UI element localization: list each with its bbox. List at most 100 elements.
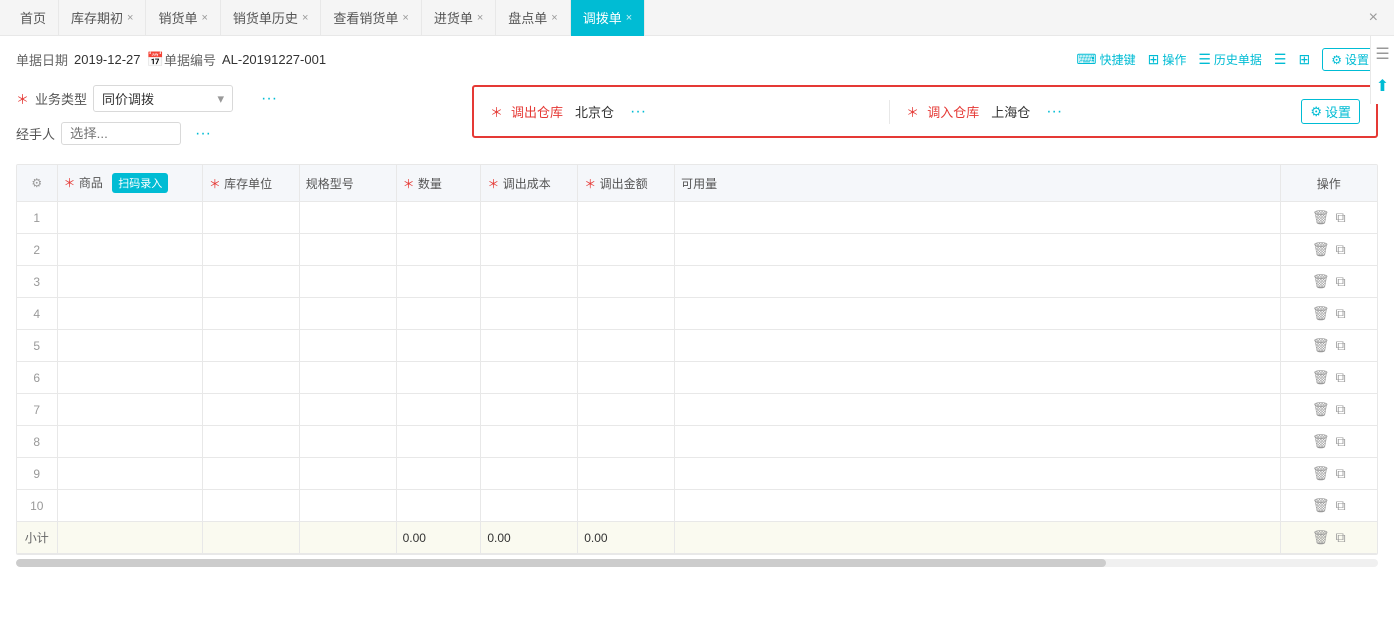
row-spec-10[interactable] xyxy=(299,490,396,522)
row-amount-1[interactable] xyxy=(578,202,675,234)
tab-sales-order-close[interactable]: × xyxy=(201,12,207,24)
copy-icon-11[interactable]: ⧉ xyxy=(1336,529,1346,546)
sidebar-upload-icon[interactable]: ⬆ xyxy=(1376,76,1389,96)
row-qty-2[interactable] xyxy=(396,234,481,266)
handler-more-icon[interactable]: ··· xyxy=(195,125,211,143)
row-unit-10[interactable] xyxy=(202,490,299,522)
tab-inventory-init-close[interactable]: × xyxy=(127,12,133,24)
row-amount-4[interactable] xyxy=(578,298,675,330)
row-cost-5[interactable] xyxy=(481,330,578,362)
row-qty-5[interactable] xyxy=(396,330,481,362)
row-qty-3[interactable] xyxy=(396,266,481,298)
copy-icon-5[interactable]: ⧉ xyxy=(1336,337,1346,354)
row-unit-8[interactable] xyxy=(202,426,299,458)
view-toggle-grid[interactable]: ⊞ xyxy=(1298,51,1310,68)
row-unit-11[interactable] xyxy=(202,522,299,554)
row-cost-4[interactable] xyxy=(481,298,578,330)
row-amount-5[interactable] xyxy=(578,330,675,362)
row-cost-6[interactable] xyxy=(481,362,578,394)
row-spec-2[interactable] xyxy=(299,234,396,266)
row-spec-5[interactable] xyxy=(299,330,396,362)
row-amount-6[interactable] xyxy=(578,362,675,394)
row-unit-3[interactable] xyxy=(202,266,299,298)
delete-icon-11[interactable]: 🗑 xyxy=(1312,529,1330,546)
row-goods-6[interactable] xyxy=(57,362,202,394)
copy-icon-10[interactable]: ⧉ xyxy=(1336,497,1346,514)
row-spec-11[interactable] xyxy=(299,522,396,554)
delete-icon-1[interactable]: 🗑 xyxy=(1312,209,1330,226)
row-unit-7[interactable] xyxy=(202,394,299,426)
horizontal-scrollbar[interactable] xyxy=(16,559,1378,567)
delete-icon-9[interactable]: 🗑 xyxy=(1312,465,1330,482)
tab-sales-order[interactable]: 销货单 × xyxy=(146,0,220,36)
row-qty-1[interactable] xyxy=(396,202,481,234)
delete-icon-8[interactable]: 🗑 xyxy=(1312,433,1330,450)
row-goods-9[interactable] xyxy=(57,458,202,490)
view-toggle-list[interactable]: ☰ xyxy=(1274,51,1287,68)
row-qty-10[interactable] xyxy=(396,490,481,522)
business-type-more-icon[interactable]: ··· xyxy=(261,90,277,108)
row-spec-8[interactable] xyxy=(299,426,396,458)
calendar-icon[interactable]: 📅 xyxy=(147,51,164,68)
tab-inventory-check[interactable]: 盘点单 × xyxy=(496,0,570,36)
tab-sales-history[interactable]: 销货单历史 × xyxy=(221,0,321,36)
row-amount-2[interactable] xyxy=(578,234,675,266)
row-cost-1[interactable] xyxy=(481,202,578,234)
row-goods-8[interactable] xyxy=(57,426,202,458)
row-amount-10[interactable] xyxy=(578,490,675,522)
copy-icon-3[interactable]: ⧉ xyxy=(1336,273,1346,290)
copy-icon-8[interactable]: ⧉ xyxy=(1336,433,1346,450)
tab-home[interactable]: 首页 xyxy=(8,0,59,36)
row-goods-5[interactable] xyxy=(57,330,202,362)
copy-icon-1[interactable]: ⧉ xyxy=(1336,209,1346,226)
row-cost-7[interactable] xyxy=(481,394,578,426)
row-amount-3[interactable] xyxy=(578,266,675,298)
delete-icon-6[interactable]: 🗑 xyxy=(1312,369,1330,386)
row-qty-9[interactable] xyxy=(396,458,481,490)
copy-icon-4[interactable]: ⧉ xyxy=(1336,305,1346,322)
in-warehouse-more-icon[interactable]: ··· xyxy=(1046,103,1062,121)
row-unit-5[interactable] xyxy=(202,330,299,362)
row-goods-3[interactable] xyxy=(57,266,202,298)
copy-icon-9[interactable]: ⧉ xyxy=(1336,465,1346,482)
operations-button[interactable]: ⊞ 操作 xyxy=(1148,51,1187,68)
window-close-button[interactable]: × xyxy=(1361,5,1386,31)
row-unit-1[interactable] xyxy=(202,202,299,234)
delete-icon-2[interactable]: 🗑 xyxy=(1312,241,1330,258)
row-goods-1[interactable] xyxy=(57,202,202,234)
tab-transfer-order[interactable]: 调拨单 × xyxy=(571,0,645,36)
delete-icon-5[interactable]: 🗑 xyxy=(1312,337,1330,354)
tab-inventory-init[interactable]: 库存期初 × xyxy=(59,0,146,36)
row-spec-3[interactable] xyxy=(299,266,396,298)
row-cost-3[interactable] xyxy=(481,266,578,298)
scan-button[interactable]: 扫码录入 xyxy=(112,173,168,193)
tab-transfer-order-close[interactable]: × xyxy=(626,12,632,24)
row-goods-7[interactable] xyxy=(57,394,202,426)
row-qty-8[interactable] xyxy=(396,426,481,458)
table-settings-icon[interactable]: ⚙ xyxy=(31,176,42,190)
copy-icon-2[interactable]: ⧉ xyxy=(1336,241,1346,258)
row-goods-2[interactable] xyxy=(57,234,202,266)
row-spec-6[interactable] xyxy=(299,362,396,394)
row-amount-8[interactable] xyxy=(578,426,675,458)
business-type-select[interactable]: 同价调拨 ▾ xyxy=(93,85,233,112)
row-goods-11[interactable] xyxy=(57,522,202,554)
row-cost-8[interactable] xyxy=(481,426,578,458)
row-unit-6[interactable] xyxy=(202,362,299,394)
tab-sales-history-close[interactable]: × xyxy=(302,12,308,24)
row-spec-4[interactable] xyxy=(299,298,396,330)
copy-icon-7[interactable]: ⧉ xyxy=(1336,401,1346,418)
delete-icon-10[interactable]: 🗑 xyxy=(1312,497,1330,514)
row-qty-4[interactable] xyxy=(396,298,481,330)
row-qty-6[interactable] xyxy=(396,362,481,394)
row-unit-2[interactable] xyxy=(202,234,299,266)
tab-view-sales-close[interactable]: × xyxy=(402,12,408,24)
handler-input[interactable] xyxy=(61,122,181,145)
row-qty-7[interactable] xyxy=(396,394,481,426)
tab-inventory-check-close[interactable]: × xyxy=(551,12,557,24)
row-unit-4[interactable] xyxy=(202,298,299,330)
row-cost-2[interactable] xyxy=(481,234,578,266)
history-button[interactable]: ☰ 历史单据 xyxy=(1198,51,1262,68)
row-spec-7[interactable] xyxy=(299,394,396,426)
row-spec-9[interactable] xyxy=(299,458,396,490)
